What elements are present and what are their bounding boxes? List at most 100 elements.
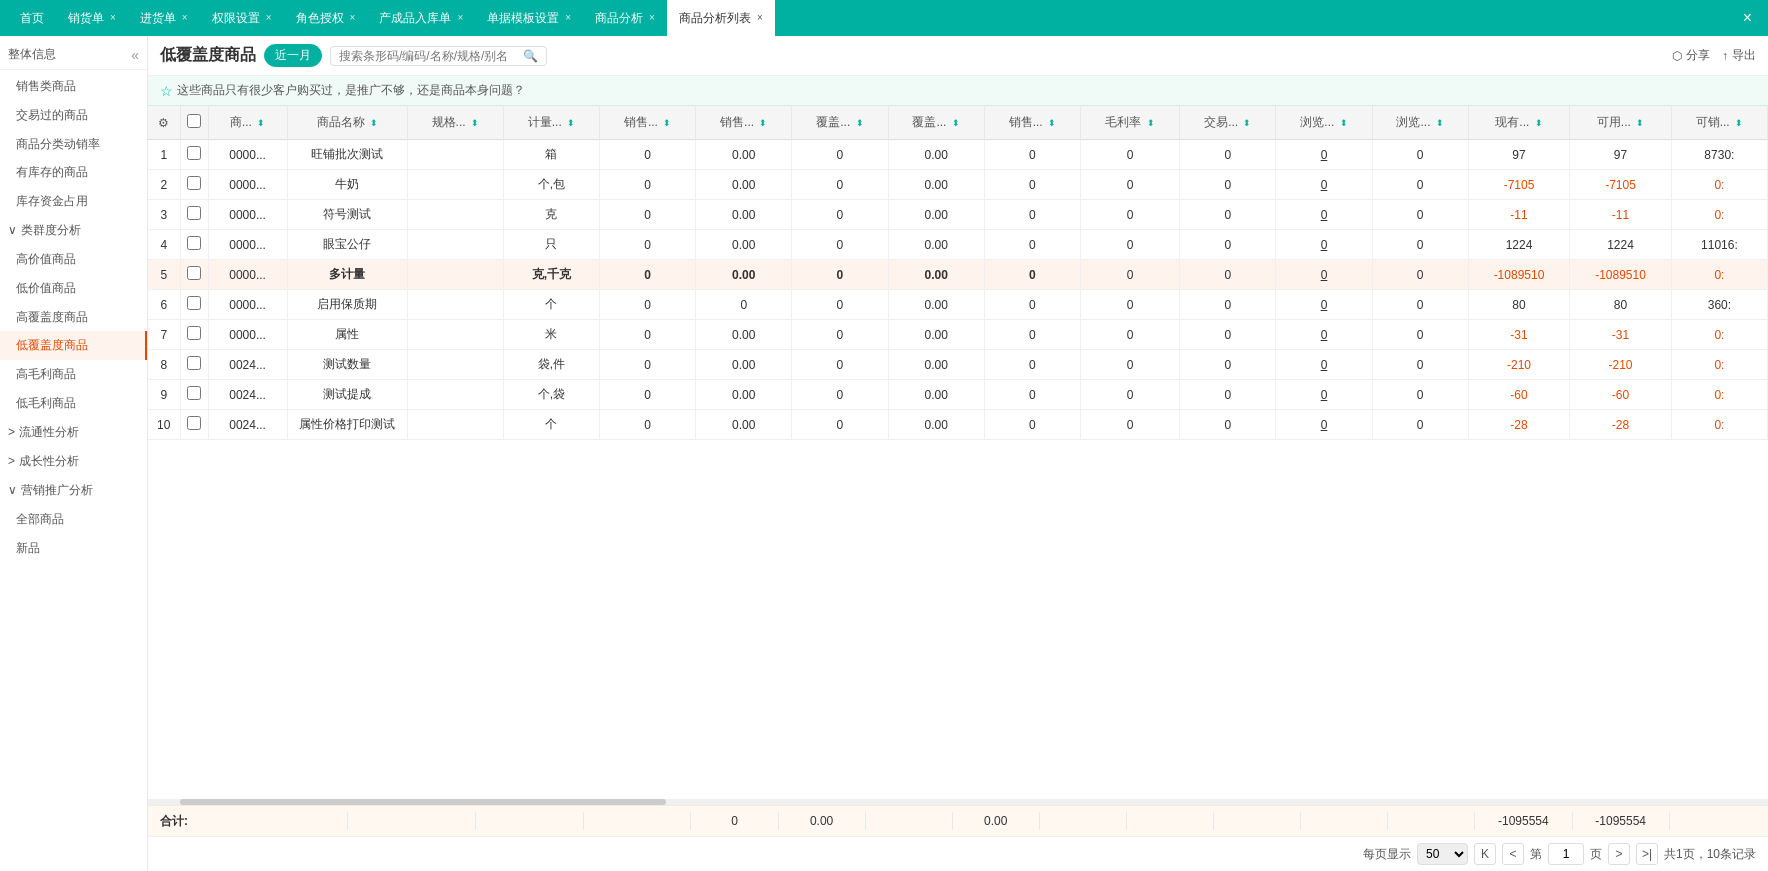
select-all-checkbox[interactable] — [187, 114, 201, 128]
nav-product-analysis-list-close[interactable]: × — [757, 0, 763, 36]
nav-sales[interactable]: 销货单 × — [56, 0, 128, 36]
row-browse1[interactable]: 0 — [1276, 350, 1372, 380]
nav-product-in-close[interactable]: × — [457, 0, 463, 36]
sidebar-collapse-btn[interactable]: « — [131, 47, 139, 63]
sidebar-item-category-rate[interactable]: 商品分类动销率 — [0, 130, 147, 159]
th-code[interactable]: 商... ⬍ — [208, 106, 287, 140]
sidebar-section-growth-analysis[interactable]: > 成长性分析 — [0, 447, 147, 476]
browse1-link[interactable]: 0 — [1321, 418, 1328, 432]
sidebar-section-marketing-analysis[interactable]: ∨ 营销推广分析 — [0, 476, 147, 505]
sidebar-item-high-value[interactable]: 高价值商品 — [0, 245, 147, 274]
page-number-input[interactable] — [1548, 843, 1584, 865]
share-button[interactable]: ⬡ 分享 — [1672, 47, 1710, 64]
nav-purchase-close[interactable]: × — [182, 0, 188, 36]
browse1-link[interactable]: 0 — [1321, 148, 1328, 162]
th-unit[interactable]: 计量... ⬍ — [503, 106, 599, 140]
search-input[interactable] — [339, 49, 519, 63]
th-checkbox[interactable] — [180, 106, 208, 140]
row-browse1[interactable]: 0 — [1276, 170, 1372, 200]
th-sales2[interactable]: 销售... ⬍ — [696, 106, 792, 140]
nav-role[interactable]: 角色授权 × — [284, 0, 368, 36]
browse1-link[interactable]: 0 — [1321, 208, 1328, 222]
top-navigation: 首页 销货单 × 进货单 × 权限设置 × 角色授权 × 产成品入库单 × 单据… — [0, 0, 1768, 36]
th-trade[interactable]: 交易... ⬍ — [1180, 106, 1276, 140]
th-gross[interactable]: 毛利率 ⬍ — [1080, 106, 1179, 140]
sidebar-item-all-goods[interactable]: 全部商品 — [0, 505, 147, 534]
th-cover1[interactable]: 覆盖... ⬍ — [792, 106, 888, 140]
sidebar-item-stock-capital[interactable]: 库存资金占用 — [0, 187, 147, 216]
close-all-tabs[interactable]: × — [1735, 9, 1760, 27]
browse1-link[interactable]: 0 — [1321, 328, 1328, 342]
browse1-link[interactable]: 0 — [1321, 178, 1328, 192]
row-checkbox[interactable] — [180, 380, 208, 410]
nav-permission-close[interactable]: × — [266, 0, 272, 36]
browse1-link[interactable]: 0 — [1321, 268, 1328, 282]
export-button[interactable]: ↑ 导出 — [1722, 47, 1756, 64]
sidebar-section-group-analysis[interactable]: ∨ 类群度分析 — [0, 216, 147, 245]
nav-product-analysis[interactable]: 商品分析 × — [583, 0, 667, 36]
th-browse1[interactable]: 浏览... ⬍ — [1276, 106, 1372, 140]
th-saleable[interactable]: 可销... ⬍ — [1671, 106, 1767, 140]
sidebar-item-high-coverage[interactable]: 高覆盖度商品 — [0, 303, 147, 332]
first-page-button[interactable]: K — [1474, 843, 1496, 865]
nav-sales-close[interactable]: × — [110, 0, 116, 36]
row-browse1[interactable]: 0 — [1276, 140, 1372, 170]
th-sales3[interactable]: 销售... ⬍ — [984, 106, 1080, 140]
nav-product-analysis-list[interactable]: 商品分析列表 × — [667, 0, 775, 36]
nav-permission[interactable]: 权限设置 × — [200, 0, 284, 36]
search-icon[interactable]: 🔍 — [523, 49, 538, 63]
nav-product-analysis-close[interactable]: × — [649, 0, 655, 36]
row-browse1[interactable]: 0 — [1276, 230, 1372, 260]
th-gear[interactable]: ⚙ — [148, 106, 180, 140]
browse1-link[interactable]: 0 — [1321, 388, 1328, 402]
row-checkbox[interactable] — [180, 410, 208, 440]
row-checkbox[interactable] — [180, 200, 208, 230]
sidebar-item-low-coverage[interactable]: 低覆盖度商品 — [0, 331, 147, 360]
row-browse1[interactable]: 0 — [1276, 200, 1372, 230]
th-available[interactable]: 可用... ⬍ — [1570, 106, 1672, 140]
sidebar-item-high-margin[interactable]: 高毛利商品 — [0, 360, 147, 389]
th-spec[interactable]: 规格... ⬍ — [407, 106, 503, 140]
sidebar-item-low-value[interactable]: 低价值商品 — [0, 274, 147, 303]
th-cover2[interactable]: 覆盖... ⬍ — [888, 106, 984, 140]
row-browse1[interactable]: 0 — [1276, 410, 1372, 440]
gear-icon[interactable]: ⚙ — [158, 116, 169, 130]
nav-product-in[interactable]: 产成品入库单 × — [367, 0, 475, 36]
table-wrapper[interactable]: ⚙ 商... ⬍ 商品名称 ⬍ — [148, 106, 1768, 799]
th-name[interactable]: 商品名称 ⬍ — [287, 106, 407, 140]
row-browse1[interactable]: 0 — [1276, 320, 1372, 350]
sidebar-item-new-goods[interactable]: 新品 — [0, 534, 147, 563]
th-sales1[interactable]: 销售... ⬍ — [600, 106, 696, 140]
row-checkbox[interactable] — [180, 230, 208, 260]
sidebar-item-stocked-goods[interactable]: 有库存的商品 — [0, 158, 147, 187]
nav-template[interactable]: 单据模板设置 × — [475, 0, 583, 36]
row-code: 0000... — [208, 140, 287, 170]
browse1-link[interactable]: 0 — [1321, 238, 1328, 252]
row-checkbox[interactable] — [180, 260, 208, 290]
row-browse1[interactable]: 0 — [1276, 260, 1372, 290]
row-browse1[interactable]: 0 — [1276, 380, 1372, 410]
row-checkbox[interactable] — [180, 320, 208, 350]
nav-role-close[interactable]: × — [350, 0, 356, 36]
row-checkbox[interactable] — [180, 290, 208, 320]
sidebar-item-sales-goods[interactable]: 销售类商品 — [0, 72, 147, 101]
nav-purchase[interactable]: 进货单 × — [128, 0, 200, 36]
next-page-button[interactable]: > — [1608, 843, 1630, 865]
row-checkbox[interactable] — [180, 350, 208, 380]
page-size-select[interactable]: 50 10 20 100 — [1417, 843, 1468, 865]
th-current[interactable]: 现有... ⬍ — [1468, 106, 1570, 140]
sidebar-item-traded-goods[interactable]: 交易过的商品 — [0, 101, 147, 130]
nav-home[interactable]: 首页 — [8, 0, 56, 36]
browse1-link[interactable]: 0 — [1321, 298, 1328, 312]
filter-recent-month[interactable]: 近一月 — [264, 44, 322, 67]
last-page-button[interactable]: >| — [1636, 843, 1658, 865]
nav-template-close[interactable]: × — [565, 0, 571, 36]
row-checkbox[interactable] — [180, 170, 208, 200]
th-browse2[interactable]: 浏览... ⬍ — [1372, 106, 1468, 140]
row-browse1[interactable]: 0 — [1276, 290, 1372, 320]
browse1-link[interactable]: 0 — [1321, 358, 1328, 372]
sidebar-item-low-margin[interactable]: 低毛利商品 — [0, 389, 147, 418]
sidebar-section-flow-analysis[interactable]: > 流通性分析 — [0, 418, 147, 447]
prev-page-button[interactable]: < — [1502, 843, 1524, 865]
row-checkbox[interactable] — [180, 140, 208, 170]
